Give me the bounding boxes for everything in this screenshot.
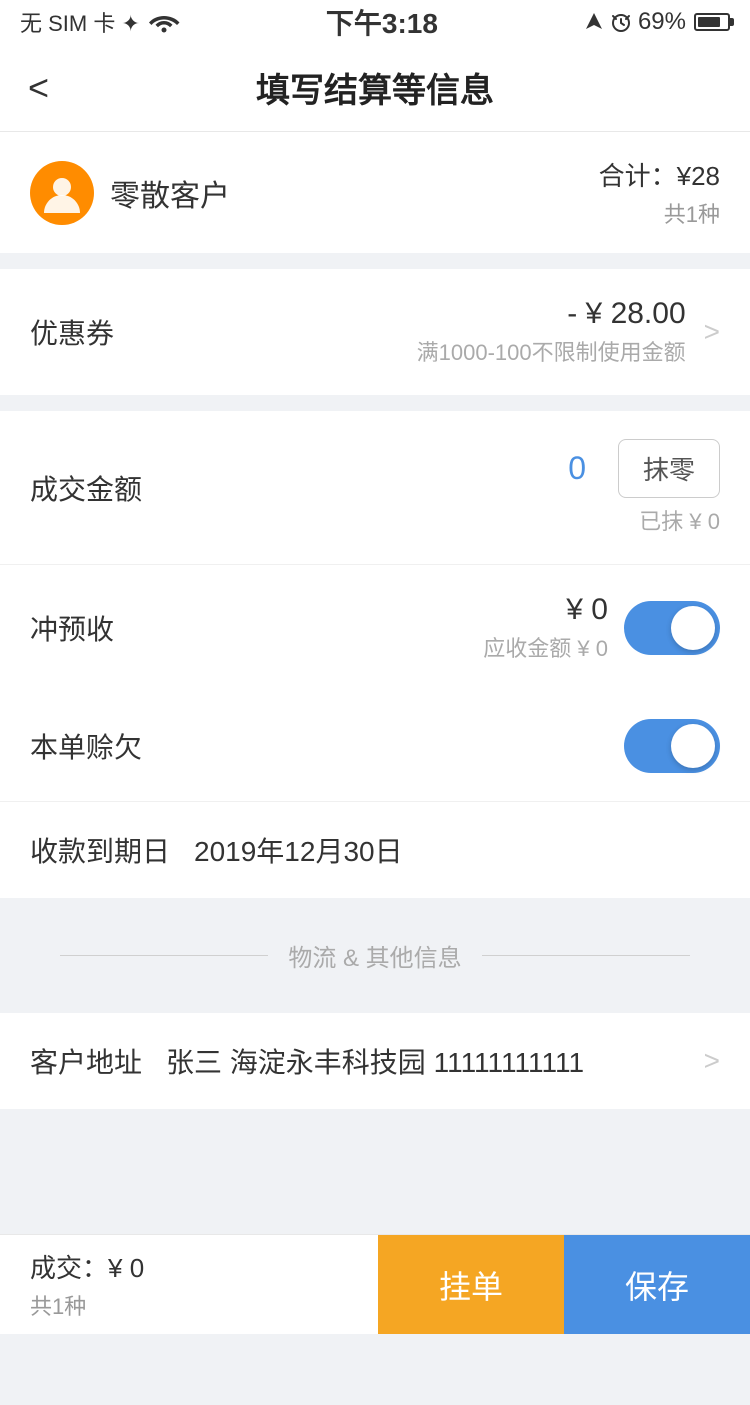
coupon-chevron: > <box>704 316 720 348</box>
divider-line-left <box>60 955 268 956</box>
round-button[interactable]: 抹零 <box>618 439 720 498</box>
coupon-row[interactable]: 优惠券 - ¥ 28.00 满1000-100不限制使用金额 > <box>0 269 750 395</box>
advance-row: 冲预收 ¥ 0 应收金额 ¥ 0 <box>0 565 750 691</box>
signal-text: 无 SIM 卡 ✦ <box>20 6 140 38</box>
advance-amount: ¥ 0 <box>483 593 608 627</box>
coupon-desc: 满1000-100不限制使用金额 <box>417 335 686 367</box>
battery-icon <box>694 13 730 31</box>
advance-right: ¥ 0 应收金额 ¥ 0 <box>483 593 720 663</box>
total-count: 共1种 <box>599 197 720 229</box>
due-date-row: 收款到期日 2019年12月30日 <box>0 801 750 898</box>
status-bar: 无 SIM 卡 ✦ 下午3:18 69% <box>0 0 750 44</box>
due-label: 收款到期日 <box>30 830 170 870</box>
status-left: 无 SIM 卡 ✦ <box>20 6 180 38</box>
divider-section: 物流 & 其他信息 <box>60 918 690 993</box>
pending-button[interactable]: 挂单 <box>378 1235 564 1334</box>
customer-section: 零散客户 合计：¥28 共1种 <box>0 132 750 253</box>
page-title: 填写结算等信息 <box>256 63 494 112</box>
total-amount: 合计：¥28 <box>599 156 720 193</box>
customer-left: 零散客户 <box>30 161 230 225</box>
transaction-label: 成交金额 <box>30 468 142 508</box>
advance-toggle-knob <box>671 606 715 650</box>
status-right: 69% <box>584 8 730 36</box>
transaction-value: 0 <box>568 450 586 487</box>
coupon-amount: - ¥ 28.00 <box>417 297 686 331</box>
coupon-section[interactable]: 优惠券 - ¥ 28.00 满1000-100不限制使用金额 > <box>0 269 750 395</box>
address-row[interactable]: 客户地址 张三 海淀永丰科技园 11111111111 > <box>0 1013 750 1109</box>
bottom-bar: 成交：¥ 0 共1种 挂单 保存 <box>0 1234 750 1334</box>
bottom-count: 共1种 <box>30 1289 348 1321</box>
avatar <box>30 161 94 225</box>
transaction-amount-row: 成交金额 0 抹零 已抹 ¥ 0 <box>0 411 750 565</box>
due-date-value: 2019年12月30日 <box>194 830 403 870</box>
debt-row: 本单赊欠 <box>0 691 750 801</box>
coupon-right: - ¥ 28.00 满1000-100不限制使用金额 > <box>417 297 720 367</box>
debt-section: 本单赊欠 收款到期日 2019年12月30日 <box>0 691 750 898</box>
coupon-label: 优惠券 <box>30 312 114 352</box>
debt-toggle[interactable] <box>624 719 720 773</box>
alarm-icon <box>610 11 632 33</box>
already-rounded-text: 已抹 ¥ 0 <box>639 504 720 536</box>
debt-toggle-knob <box>671 724 715 768</box>
wifi-icon <box>148 11 180 33</box>
divider-text: 物流 & 其他信息 <box>288 938 461 973</box>
logistics-divider: 物流 & 其他信息 <box>0 898 750 1013</box>
advance-toggle[interactable] <box>624 601 720 655</box>
battery-percentage: 69% <box>638 8 686 36</box>
customer-name: 零散客户 <box>110 171 230 215</box>
address-value: 张三 海淀永丰科技园 11111111111 <box>166 1041 698 1081</box>
bottom-transaction: 成交：¥ 0 <box>30 1248 348 1285</box>
advance-desc: 应收金额 ¥ 0 <box>483 631 608 663</box>
bottom-info: 成交：¥ 0 共1种 <box>0 1235 378 1334</box>
back-button[interactable]: < <box>28 67 49 109</box>
debt-label: 本单赊欠 <box>30 726 142 766</box>
advance-label: 冲预收 <box>30 608 114 648</box>
nav-bar: < 填写结算等信息 <box>0 44 750 132</box>
address-label: 客户地址 <box>30 1041 142 1081</box>
address-right: > <box>698 1045 720 1077</box>
divider-line-right <box>482 955 690 956</box>
customer-right: 合计：¥28 共1种 <box>599 156 720 229</box>
address-chevron: > <box>704 1045 720 1077</box>
address-section[interactable]: 客户地址 张三 海淀永丰科技园 11111111111 > <box>0 1013 750 1109</box>
transaction-section: 成交金额 0 抹零 已抹 ¥ 0 冲预收 ¥ 0 应收金额 ¥ 0 <box>0 411 750 691</box>
location-icon <box>584 11 604 33</box>
status-time: 下午3:18 <box>326 2 438 42</box>
save-button[interactable]: 保存 <box>564 1235 750 1334</box>
